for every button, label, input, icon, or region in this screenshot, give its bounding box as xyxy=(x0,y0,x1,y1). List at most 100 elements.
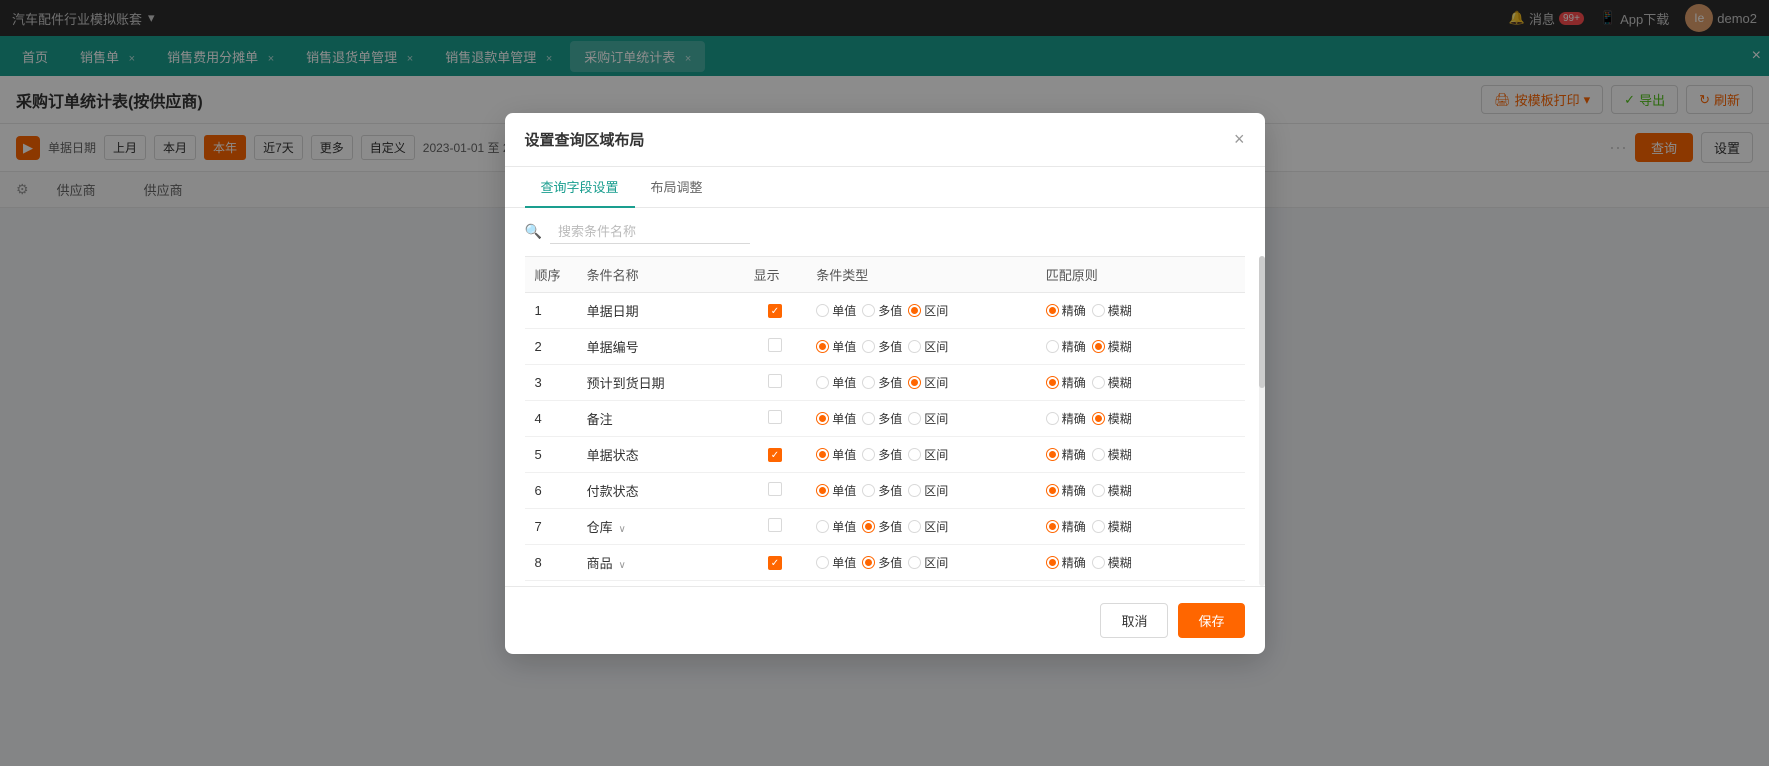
chevron-down-icon[interactable]: ∨ xyxy=(616,524,626,535)
radio-rule-rule_exact[interactable]: 精确 xyxy=(1046,482,1086,499)
radio-dot-icon[interactable] xyxy=(908,520,921,533)
display-checkbox[interactable] xyxy=(768,482,782,496)
radio-dot-icon[interactable] xyxy=(1046,304,1059,317)
tab-layout-adjust[interactable]: 布局调整 xyxy=(635,167,719,208)
display-checkbox[interactable] xyxy=(768,304,782,318)
radio-type-type_range[interactable]: 区间 xyxy=(908,302,948,319)
radio-type-type_multi[interactable]: 多值 xyxy=(862,554,902,571)
radio-dot-icon[interactable] xyxy=(1046,376,1059,389)
radio-type-type_single[interactable]: 单值 xyxy=(816,374,856,391)
radio-type-type_single[interactable]: 单值 xyxy=(816,338,856,355)
radio-dot-icon[interactable] xyxy=(816,520,829,533)
radio-dot-icon[interactable] xyxy=(862,304,875,317)
radio-type-type_single[interactable]: 单值 xyxy=(816,302,856,319)
radio-type-type_range[interactable]: 区间 xyxy=(908,410,948,427)
radio-type-type_multi[interactable]: 多值 xyxy=(862,410,902,427)
radio-dot-icon[interactable] xyxy=(816,340,829,353)
cell-display[interactable] xyxy=(744,400,807,436)
radio-dot-icon[interactable] xyxy=(816,304,829,317)
radio-dot-icon[interactable] xyxy=(908,304,921,317)
search-input[interactable] xyxy=(550,220,750,244)
display-checkbox[interactable] xyxy=(768,556,782,570)
radio-type-type_multi[interactable]: 多值 xyxy=(862,338,902,355)
radio-dot-icon[interactable] xyxy=(1092,448,1105,461)
cell-display[interactable] xyxy=(744,544,807,580)
radio-dot-icon[interactable] xyxy=(816,376,829,389)
radio-dot-icon[interactable] xyxy=(1046,448,1059,461)
save-button[interactable]: 保存 xyxy=(1178,603,1244,638)
cell-display[interactable] xyxy=(744,328,807,364)
radio-dot-icon[interactable] xyxy=(862,484,875,497)
radio-dot-icon[interactable] xyxy=(1046,484,1059,497)
cell-display[interactable] xyxy=(744,472,807,508)
display-checkbox[interactable] xyxy=(768,338,782,352)
radio-rule-rule_fuzzy[interactable]: 模糊 xyxy=(1092,518,1132,535)
radio-dot-icon[interactable] xyxy=(1092,520,1105,533)
radio-type-type_single[interactable]: 单值 xyxy=(816,410,856,427)
radio-dot-icon[interactable] xyxy=(1046,520,1059,533)
radio-rule-rule_fuzzy[interactable]: 模糊 xyxy=(1092,410,1132,427)
cell-display[interactable] xyxy=(744,364,807,400)
radio-dot-icon[interactable] xyxy=(908,376,921,389)
radio-dot-icon[interactable] xyxy=(816,484,829,497)
radio-type-type_multi[interactable]: 多值 xyxy=(862,302,902,319)
radio-type-type_range[interactable]: 区间 xyxy=(908,554,948,571)
radio-dot-icon[interactable] xyxy=(1092,484,1105,497)
radio-dot-icon[interactable] xyxy=(816,448,829,461)
radio-type-type_multi[interactable]: 多值 xyxy=(862,374,902,391)
cancel-button[interactable]: 取消 xyxy=(1100,603,1168,638)
display-checkbox[interactable] xyxy=(768,448,782,462)
radio-dot-icon[interactable] xyxy=(908,556,921,569)
cell-display[interactable] xyxy=(744,292,807,328)
radio-type-type_single[interactable]: 单值 xyxy=(816,554,856,571)
radio-type-type_range[interactable]: 区间 xyxy=(908,482,948,499)
radio-type-type_range[interactable]: 区间 xyxy=(908,374,948,391)
radio-dot-icon[interactable] xyxy=(1092,340,1105,353)
radio-rule-rule_exact[interactable]: 精确 xyxy=(1046,446,1086,463)
radio-dot-icon[interactable] xyxy=(908,340,921,353)
chevron-down-icon[interactable]: ∨ xyxy=(616,560,626,571)
radio-dot-icon[interactable] xyxy=(1046,556,1059,569)
radio-dot-icon[interactable] xyxy=(862,376,875,389)
radio-rule-rule_exact[interactable]: 精确 xyxy=(1046,554,1086,571)
cell-display[interactable] xyxy=(744,508,807,544)
radio-dot-icon[interactable] xyxy=(1046,340,1059,353)
radio-type-type_multi[interactable]: 多值 xyxy=(862,446,902,463)
cell-name[interactable]: 商品 ∨ xyxy=(577,544,744,580)
radio-type-type_multi[interactable]: 多值 xyxy=(862,482,902,499)
radio-type-type_range[interactable]: 区间 xyxy=(908,338,948,355)
tab-query-fields[interactable]: 查询字段设置 xyxy=(525,167,635,208)
radio-rule-rule_fuzzy[interactable]: 模糊 xyxy=(1092,338,1132,355)
radio-rule-rule_exact[interactable]: 精确 xyxy=(1046,302,1086,319)
radio-rule-rule_fuzzy[interactable]: 模糊 xyxy=(1092,302,1132,319)
radio-dot-icon[interactable] xyxy=(862,556,875,569)
radio-dot-icon[interactable] xyxy=(1092,556,1105,569)
radio-rule-rule_fuzzy[interactable]: 模糊 xyxy=(1092,554,1132,571)
radio-dot-icon[interactable] xyxy=(816,556,829,569)
radio-dot-icon[interactable] xyxy=(862,340,875,353)
modal-close-button[interactable]: × xyxy=(1234,129,1245,150)
radio-rule-rule_fuzzy[interactable]: 模糊 xyxy=(1092,446,1132,463)
radio-dot-icon[interactable] xyxy=(1092,304,1105,317)
radio-rule-rule_fuzzy[interactable]: 模糊 xyxy=(1092,482,1132,499)
modal-overlay[interactable]: 设置查询区域布局 × 查询字段设置 布局调整 🔍 顺序 条件名称 显示 xyxy=(0,0,1769,766)
radio-type-type_single[interactable]: 单值 xyxy=(816,482,856,499)
radio-dot-icon[interactable] xyxy=(908,448,921,461)
radio-rule-rule_exact[interactable]: 精确 xyxy=(1046,410,1086,427)
cell-name[interactable]: 仓库 ∨ xyxy=(577,508,744,544)
radio-dot-icon[interactable] xyxy=(1046,412,1059,425)
radio-rule-rule_exact[interactable]: 精确 xyxy=(1046,518,1086,535)
radio-dot-icon[interactable] xyxy=(1092,376,1105,389)
radio-rule-rule_exact[interactable]: 精确 xyxy=(1046,338,1086,355)
display-checkbox[interactable] xyxy=(768,374,782,388)
radio-type-type_multi[interactable]: 多值 xyxy=(862,518,902,535)
display-checkbox[interactable] xyxy=(768,410,782,424)
radio-type-type_range[interactable]: 区间 xyxy=(908,446,948,463)
radio-type-type_range[interactable]: 区间 xyxy=(908,518,948,535)
cell-name[interactable]: 属性 ∨ xyxy=(577,580,744,586)
radio-dot-icon[interactable] xyxy=(862,520,875,533)
radio-type-type_single[interactable]: 单值 xyxy=(816,446,856,463)
radio-dot-icon[interactable] xyxy=(908,412,921,425)
radio-rule-rule_exact[interactable]: 精确 xyxy=(1046,374,1086,391)
radio-dot-icon[interactable] xyxy=(816,412,829,425)
